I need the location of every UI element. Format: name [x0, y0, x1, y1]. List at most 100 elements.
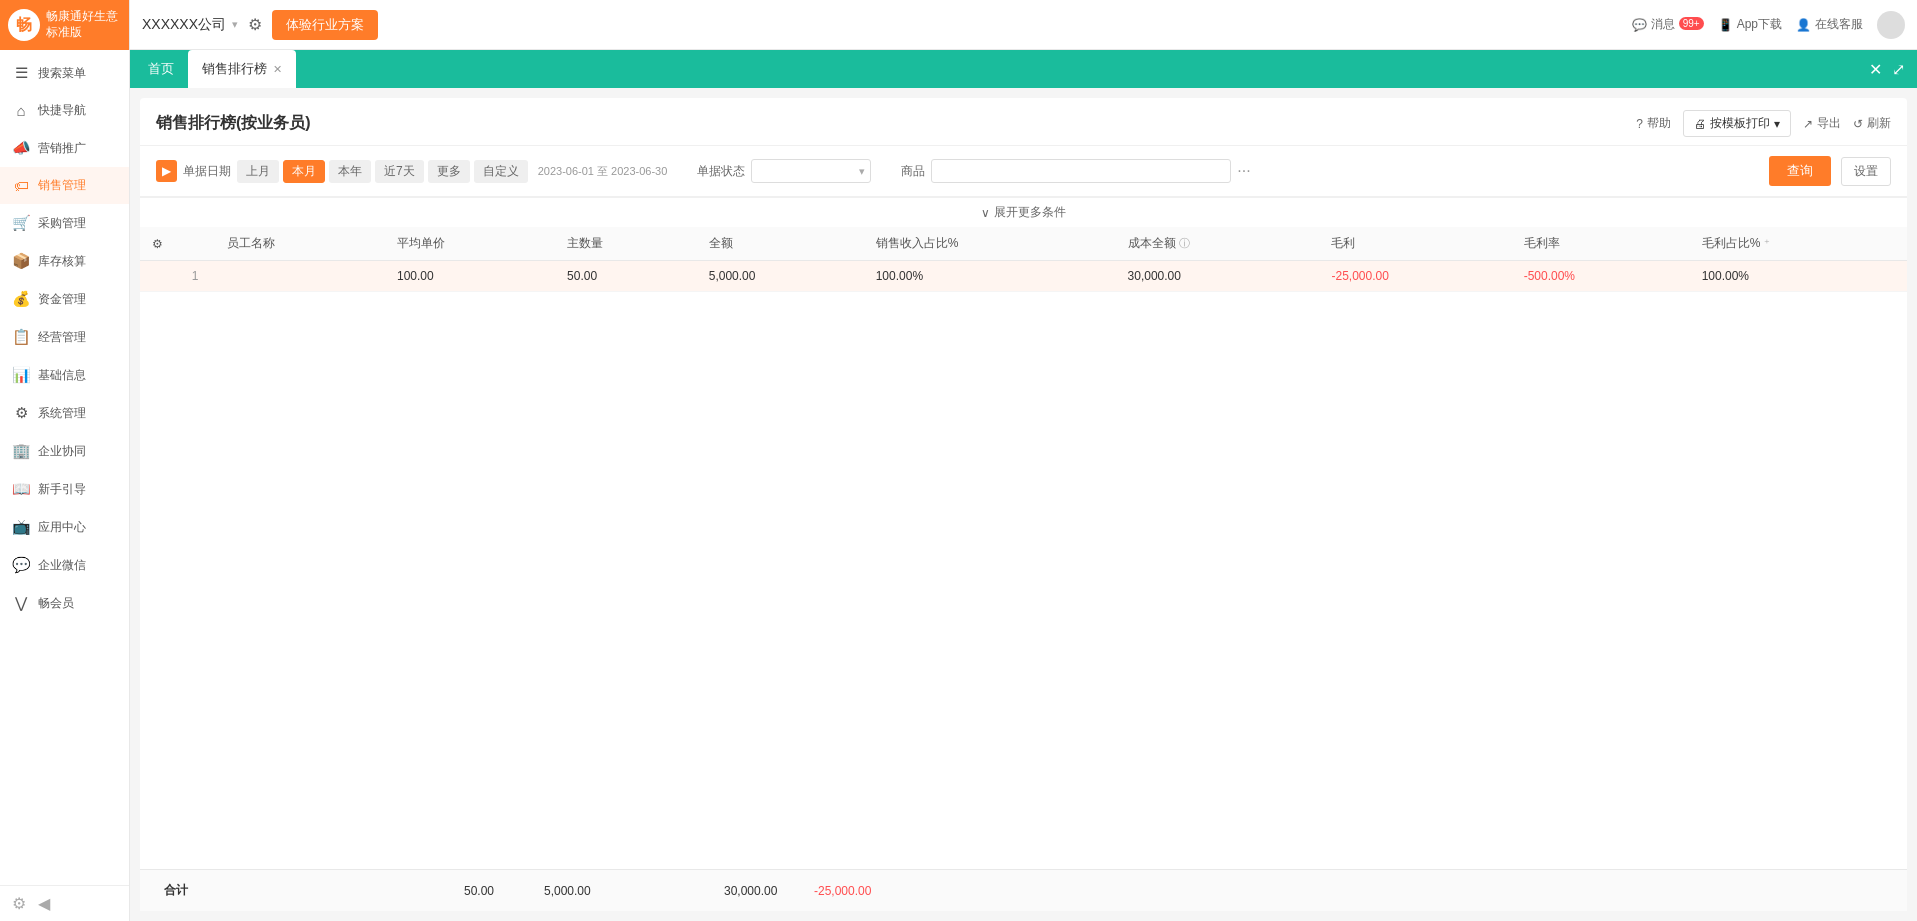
print-button[interactable]: 🖨 按模板打印 ▾	[1683, 110, 1791, 137]
goods-input[interactable]	[931, 159, 1231, 183]
logo-icon: 畅	[8, 9, 40, 41]
col-name: 员工名称	[215, 227, 385, 261]
row-sales-pct-cell: 100.00%	[864, 261, 1116, 292]
message-label: 消息	[1651, 16, 1675, 33]
tab-home-label: 首页	[148, 50, 174, 88]
status-select[interactable]	[751, 159, 871, 183]
date-btn-this-month[interactable]: 本月	[283, 160, 325, 183]
row-quantity-cell: 50.00	[555, 261, 697, 292]
collapse-sidebar-icon[interactable]: ◀	[38, 894, 50, 913]
col-gross: 毛利	[1319, 227, 1511, 261]
sidebar-item-wechat[interactable]: 💬 企业微信	[0, 546, 129, 584]
row-cost-cell: 30,000.00	[1116, 261, 1320, 292]
tab-home[interactable]: 首页	[134, 50, 188, 88]
date-btn-last7days[interactable]: 近7天	[375, 160, 424, 183]
enterprise-icon: 🏢	[12, 442, 30, 460]
home-icon: ⌂	[12, 102, 30, 119]
marketing-icon: 📣	[12, 139, 30, 157]
footer-label: 合计	[152, 878, 292, 903]
table-footer: 合计 50.00 5,000.00 30,000.00 -25	[140, 869, 1907, 911]
online-service-group[interactable]: 👤 在线客服	[1796, 16, 1863, 33]
message-badge: 99+	[1679, 17, 1704, 30]
date-btn-last-month[interactable]: 上月	[237, 160, 279, 183]
row-avg-price-cell: 100.00	[385, 261, 555, 292]
chevron-down-icon: ∨	[981, 206, 990, 220]
topbar: XXXXXX公司 ▾ ⚙ 体验行业方案 💬 消息 99+ 📱 App下载 👤 在…	[130, 0, 1917, 50]
expand-more-bar[interactable]: ∨ 展开更多条件	[140, 197, 1907, 227]
sidebar-item-system[interactable]: ⚙ 系统管理	[0, 394, 129, 432]
setup-button[interactable]: 设置	[1841, 157, 1891, 186]
tabbar: 首页 销售排行榜 ✕ ✕ ⤢	[130, 50, 1917, 88]
filter-expand-icon[interactable]: ▶	[156, 160, 177, 182]
app-center-icon: 📺	[12, 518, 30, 536]
expand-window-icon[interactable]: ⤢	[1892, 60, 1905, 79]
row-name-cell	[215, 261, 385, 292]
tab-sales-rank-label: 销售排行榜	[202, 50, 267, 88]
cost-info-icon[interactable]: ⓘ	[1179, 237, 1190, 249]
company-dropdown-arrow: ▾	[232, 18, 238, 31]
sidebar-item-finance[interactable]: 💰 资金管理	[0, 280, 129, 318]
sidebar-item-basic-info[interactable]: 📊 基础信息	[0, 356, 129, 394]
search-button[interactable]: 查询	[1769, 156, 1831, 186]
export-action[interactable]: ↗ 导出	[1803, 115, 1841, 132]
sidebar-item-operation[interactable]: 📋 经营管理	[0, 318, 129, 356]
footer-gross: -25,000.00	[802, 880, 892, 902]
tab-sales-rank[interactable]: 销售排行榜 ✕	[188, 50, 296, 88]
row-settings-cell	[140, 261, 175, 292]
trial-button[interactable]: 体验行业方案	[272, 10, 378, 40]
help-action[interactable]: ? 帮助	[1636, 115, 1671, 132]
date-btn-more[interactable]: 更多	[428, 160, 470, 183]
table-container: ⚙ 员工名称 平均单价 主数量	[140, 227, 1907, 869]
search-menu-icon: ☰	[12, 64, 30, 82]
topbar-settings-icon[interactable]: ⚙	[248, 15, 262, 34]
content-inner: 销售排行榜(按业务员) ? 帮助 🖨 按模板打印 ▾ ↗ 导出	[140, 98, 1907, 911]
sidebar-item-quick-nav[interactable]: ⌂ 快捷导航	[0, 92, 129, 129]
filter-row: ▶ 单据日期 上月 本月 本年 近7天 更多 自定义 2023-06-01 至 …	[156, 156, 1891, 186]
topbar-right: 💬 消息 99+ 📱 App下载 👤 在线客服	[1632, 11, 1905, 39]
sidebar-item-purchase[interactable]: 🛒 采购管理	[0, 204, 129, 242]
company-selector[interactable]: XXXXXX公司 ▾	[142, 16, 238, 34]
footer-name	[292, 887, 372, 895]
close-window-icon[interactable]: ✕	[1869, 60, 1882, 79]
date-buttons: 上月 本月 本年 近7天 更多 自定义	[237, 160, 528, 183]
date-label: 单据日期	[183, 163, 231, 180]
date-btn-custom[interactable]: 自定义	[474, 160, 528, 183]
date-btn-this-year[interactable]: 本年	[329, 160, 371, 183]
settings-col-icon[interactable]: ⚙	[152, 237, 163, 251]
inventory-icon: 📦	[12, 252, 30, 270]
gross-pct-info-icon[interactable]: ⁺	[1764, 237, 1770, 249]
status-select-wrapper	[751, 159, 871, 183]
date-range-display: 2023-06-01 至 2023-06-30	[538, 164, 668, 179]
row-rank-cell: 1	[175, 261, 215, 292]
sidebar-item-search-order[interactable]: ☰ 搜索菜单	[0, 54, 129, 92]
row-gross-cell: -25,000.00	[1319, 261, 1511, 292]
content-area: 销售排行榜(按业务员) ? 帮助 🖨 按模板打印 ▾ ↗ 导出	[130, 88, 1917, 921]
sidebar-item-guide[interactable]: 📖 新手引导	[0, 470, 129, 508]
data-table: ⚙ 员工名称 平均单价 主数量	[140, 227, 1907, 292]
basic-info-icon: 📊	[12, 366, 30, 384]
wechat-icon: 💬	[12, 556, 30, 574]
refresh-action[interactable]: ↺ 刷新	[1853, 115, 1891, 132]
status-filter-group: 单据状态	[697, 159, 871, 183]
user-avatar[interactable]	[1877, 11, 1905, 39]
export-icon: ↗	[1803, 117, 1813, 131]
settings-bottom-icon[interactable]: ⚙	[12, 894, 26, 913]
sidebar-item-inventory[interactable]: 📦 库存核算	[0, 242, 129, 280]
system-icon: ⚙	[12, 404, 30, 422]
app-download-group[interactable]: 📱 App下载	[1718, 16, 1782, 33]
tab-close-icon[interactable]: ✕	[273, 50, 282, 88]
sidebar-item-member[interactable]: ⋁ 畅会员	[0, 584, 129, 622]
app-download-label: App下载	[1737, 16, 1782, 33]
tabbar-right: ✕ ⤢	[1869, 60, 1913, 79]
sidebar-item-marketing[interactable]: 📣 营销推广	[0, 129, 129, 167]
row-amount-cell: 5,000.00	[697, 261, 864, 292]
sidebar-item-sales[interactable]: 🏷 销售管理	[0, 167, 129, 204]
goods-more-icon[interactable]: ···	[1237, 162, 1250, 180]
service-label: 在线客服	[1815, 16, 1863, 33]
sidebar-item-app-center[interactable]: 📺 应用中心	[0, 508, 129, 546]
service-icon: 👤	[1796, 18, 1811, 32]
sidebar-item-enterprise[interactable]: 🏢 企业协同	[0, 432, 129, 470]
sales-icon: 🏷	[12, 177, 30, 194]
app-download-icon: 📱	[1718, 18, 1733, 32]
message-group[interactable]: 💬 消息 99+	[1632, 16, 1704, 33]
